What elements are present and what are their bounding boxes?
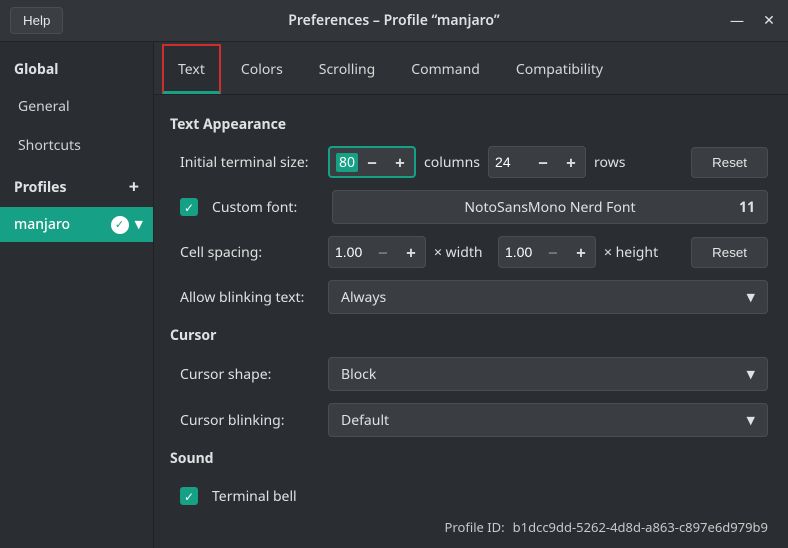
- rows-stepper[interactable]: − +: [488, 146, 586, 178]
- sidebar-header-profiles: Profiles +: [0, 165, 153, 207]
- tabbar: Text Colors Scrolling Command Compatibil…: [154, 42, 788, 95]
- label-terminal-bell[interactable]: Terminal bell: [212, 487, 297, 506]
- label-initial-size: Initial terminal size:: [180, 153, 320, 172]
- section-cursor: Cursor: [170, 326, 768, 345]
- cell-width-stepper[interactable]: − +: [328, 236, 426, 268]
- label-columns: columns: [424, 153, 480, 172]
- profile-id-label: Profile ID:: [445, 518, 505, 536]
- font-name: NotoSansMono Nerd Font: [464, 198, 635, 217]
- reset-spacing-button[interactable]: Reset: [691, 237, 768, 268]
- label-allow-blinking: Allow blinking text:: [180, 288, 320, 307]
- label-cell-spacing: Cell spacing:: [180, 243, 320, 262]
- label-x-width: × width: [434, 243, 490, 262]
- cell-width-decrement[interactable]: −: [369, 237, 397, 267]
- cell-height-value[interactable]: [499, 237, 539, 267]
- label-rows: rows: [594, 153, 650, 172]
- help-button[interactable]: Help: [10, 7, 63, 34]
- check-icon: ✓: [111, 216, 129, 234]
- columns-decrement[interactable]: −: [358, 148, 386, 176]
- cursor-shape-select[interactable]: Block ▼: [328, 357, 768, 391]
- sidebar-profile-manjaro[interactable]: manjaro ✓ ▼: [0, 207, 153, 242]
- cell-width-increment[interactable]: +: [397, 237, 425, 267]
- window-title: Preferences – Profile “manjaro”: [0, 11, 788, 30]
- columns-stepper[interactable]: 80 − +: [328, 146, 416, 178]
- sidebar: Global General Shortcuts Profiles + manj…: [0, 42, 154, 548]
- label-cursor-shape: Cursor shape:: [180, 365, 320, 384]
- chevron-down-icon: ▼: [747, 413, 755, 428]
- terminal-bell-checkbox[interactable]: ✓: [180, 487, 198, 505]
- label-custom-font[interactable]: Custom font:: [212, 198, 324, 217]
- titlebar: Help Preferences – Profile “manjaro” — ✕: [0, 0, 788, 42]
- tab-colors[interactable]: Colors: [225, 44, 299, 94]
- profile-id-value: b1dcc9dd-5262-4d8d-a863-c897e6d979b9: [513, 518, 768, 536]
- minimize-button[interactable]: —: [728, 11, 746, 30]
- cell-width-value[interactable]: [329, 237, 369, 267]
- rows-increment[interactable]: +: [557, 147, 585, 177]
- close-button[interactable]: ✕: [760, 11, 778, 30]
- columns-increment[interactable]: +: [386, 148, 414, 176]
- section-text-appearance: Text Appearance: [170, 115, 768, 134]
- font-chooser-button[interactable]: NotoSansMono Nerd Font 11: [332, 190, 768, 224]
- label-x-height: × height: [604, 243, 660, 262]
- sidebar-item-general[interactable]: General: [0, 87, 153, 126]
- cell-height-stepper[interactable]: − +: [498, 236, 596, 268]
- tab-compatibility[interactable]: Compatibility: [500, 44, 619, 94]
- cell-height-increment[interactable]: +: [567, 237, 595, 267]
- tab-scrolling[interactable]: Scrolling: [303, 44, 391, 94]
- cell-height-decrement[interactable]: −: [539, 237, 567, 267]
- allow-blinking-select[interactable]: Always ▼: [328, 280, 768, 314]
- custom-font-checkbox[interactable]: ✓: [180, 198, 198, 216]
- sidebar-header-global: Global: [0, 50, 153, 87]
- chevron-down-icon[interactable]: ▼: [135, 217, 143, 232]
- section-sound: Sound: [170, 449, 768, 468]
- rows-value[interactable]: [489, 147, 529, 177]
- tab-command[interactable]: Command: [395, 44, 496, 94]
- label-cursor-blinking: Cursor blinking:: [180, 411, 320, 430]
- columns-value[interactable]: 80: [336, 153, 358, 172]
- sidebar-item-shortcuts[interactable]: Shortcuts: [0, 126, 153, 165]
- reset-size-button[interactable]: Reset: [691, 147, 768, 178]
- add-profile-button[interactable]: +: [129, 175, 139, 199]
- cursor-blinking-select[interactable]: Default ▼: [328, 403, 768, 437]
- rows-decrement[interactable]: −: [529, 147, 557, 177]
- font-size: 11: [739, 198, 755, 217]
- chevron-down-icon: ▼: [747, 367, 755, 382]
- tab-text[interactable]: Text: [162, 44, 221, 94]
- chevron-down-icon: ▼: [747, 290, 755, 305]
